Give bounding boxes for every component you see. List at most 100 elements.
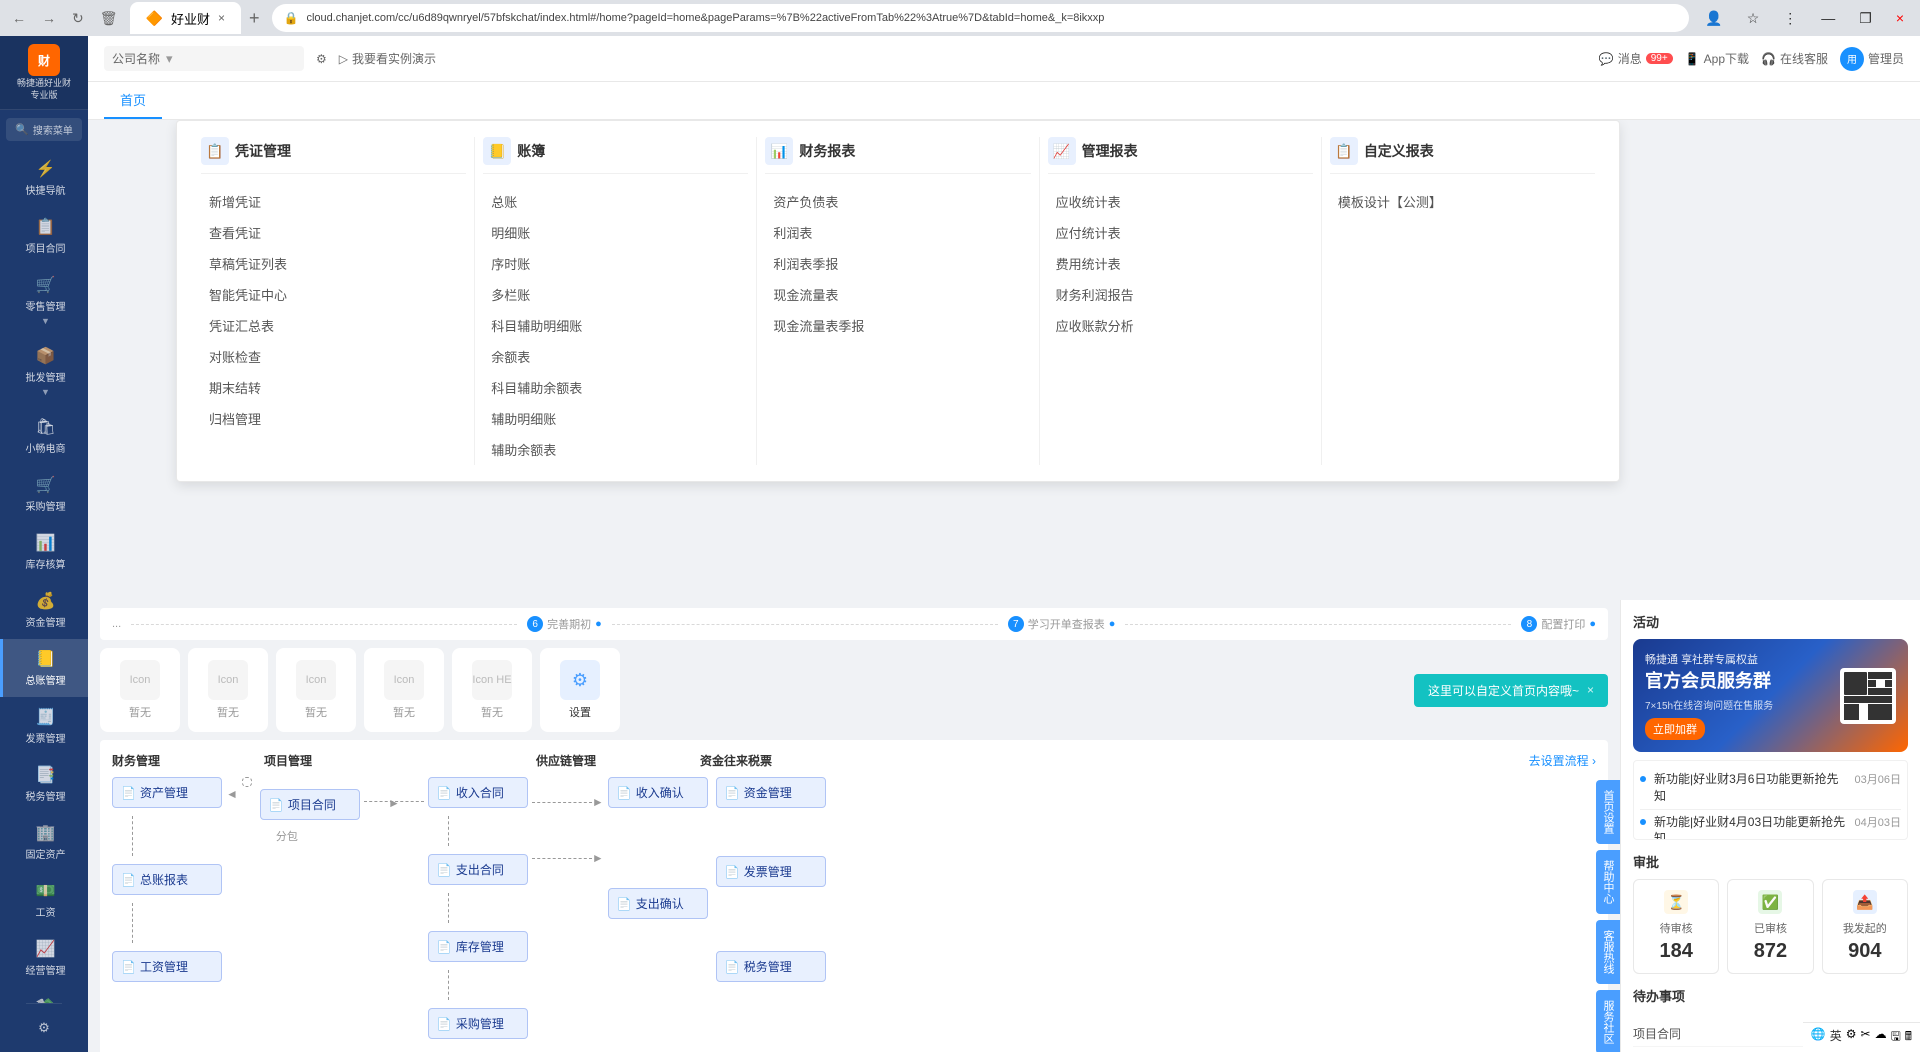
sidebar-item-tax[interactable]: 📑 税务管理 xyxy=(0,755,88,813)
icon-slot-2[interactable]: Icon 暂无 xyxy=(188,648,268,732)
menu-item-income-quarterly[interactable]: 利润表季报 xyxy=(765,248,1030,279)
app-download-button[interactable]: 📱 App下载 xyxy=(1685,50,1749,67)
sidebar-item-label: 资金管理 xyxy=(26,614,66,629)
node-expense-confirm[interactable]: 📄 支出确认 xyxy=(608,888,708,919)
menu-item-balance-sheet[interactable]: 资产负债表 xyxy=(765,186,1030,217)
sidebar-item-purchase[interactable]: 🛒 采购管理 xyxy=(0,465,88,523)
node-purchase-mgmt[interactable]: 📄 采购管理 xyxy=(428,1008,528,1039)
approval-card-initiated[interactable]: 📤 我发起的 904 xyxy=(1822,879,1908,974)
menu-item-template-design[interactable]: 模板设计【公测】 xyxy=(1330,186,1595,217)
menu-item-smart-voucher[interactable]: 智能凭证中心 xyxy=(201,279,466,310)
flow-label-capital: 资金往来税票 xyxy=(700,752,772,769)
menu-item-archive[interactable]: 归档管理 xyxy=(201,403,466,434)
sidebar-item-ecommerce[interactable]: 🛍 小畅电商 xyxy=(0,407,88,465)
banner-cta-btn[interactable]: 立即加群 xyxy=(1645,718,1705,740)
global-settings-button[interactable]: ⚙ xyxy=(316,52,327,66)
menu-item-reconcile[interactable]: 对账检查 xyxy=(201,341,466,372)
tab-home[interactable]: 首页 xyxy=(104,82,162,119)
menu-item-profit-report[interactable]: 财务利润报告 xyxy=(1048,279,1313,310)
menu-item-ar-analysis[interactable]: 应收账款分析 xyxy=(1048,310,1313,341)
node-inventory-mgmt[interactable]: 📄 库存管理 xyxy=(428,931,528,962)
node-income-contract[interactable]: 📄 收入合同 xyxy=(428,777,528,808)
sidebar-settings-button[interactable]: ⚙ xyxy=(30,1012,58,1044)
sidebar-item-invoice[interactable]: 🧾 发票管理 xyxy=(0,697,88,755)
menu-item-view-voucher[interactable]: 查看凭证 xyxy=(201,217,466,248)
approval-card-pending[interactable]: ⏳ 待审核 184 xyxy=(1633,879,1719,974)
node-capital-mgmt[interactable]: 📄 资金管理 xyxy=(716,777,826,808)
online-service-button[interactable]: 🎧 在线客服 xyxy=(1761,50,1828,67)
active-tab[interactable]: 🔶 好业财 × xyxy=(130,2,241,34)
menu-item-subject-detail[interactable]: 科目辅助明细账 xyxy=(483,310,748,341)
node-salary-mgmt[interactable]: 📄 工资管理 xyxy=(112,951,222,982)
menu-item-voucher-summary[interactable]: 凭证汇总表 xyxy=(201,310,466,341)
icon-slot-3[interactable]: Icon 暂无 xyxy=(276,648,356,732)
address-bar[interactable]: 🔒 cloud.chanjet.com/cc/u6d89qwnryel/57bf… xyxy=(272,4,1690,32)
sidebar-item-label: 采购管理 xyxy=(26,498,66,513)
menu-item-cashflow-quarterly[interactable]: 现金流量表季报 xyxy=(765,310,1030,341)
messages-badge: 99+ xyxy=(1646,53,1673,64)
sidebar-item-fixed-assets[interactable]: 🏢 固定资产 xyxy=(0,813,88,871)
menu-item-multi-col-ledger[interactable]: 多栏账 xyxy=(483,279,748,310)
menu-item-draft-voucher[interactable]: 草稿凭证列表 xyxy=(201,248,466,279)
icon-slot-settings[interactable]: ⚙ 设置 xyxy=(540,648,620,732)
close-button[interactable]: × xyxy=(1888,6,1912,30)
sidebar-item-quick-nav[interactable]: ⚡ 快捷导航 xyxy=(0,149,88,207)
sidebar-item-wholesale[interactable]: 📦 批发管理 ▼ xyxy=(0,336,88,407)
approval-card-approved[interactable]: ✅ 已审核 872 xyxy=(1727,879,1813,974)
icon-slot-4[interactable]: Icon 暂无 xyxy=(364,648,444,732)
menu-item-expense-stats[interactable]: 费用统计表 xyxy=(1048,248,1313,279)
demo-link[interactable]: ▷ 我要看实例演示 xyxy=(339,50,436,67)
messages-button[interactable]: 💬 消息 99+ xyxy=(1599,50,1673,67)
v-line-contract3 xyxy=(448,970,528,1000)
icon-slot-he[interactable]: Icon HE 暂无 xyxy=(452,648,532,732)
user-avatar-button[interactable]: 用 管理员 xyxy=(1840,47,1904,71)
menu-item-add-voucher[interactable]: 新增凭证 xyxy=(201,186,466,217)
menu-item-ar-stats[interactable]: 应收统计表 xyxy=(1048,186,1313,217)
menu-item-sequential-ledger[interactable]: 序时账 xyxy=(483,248,748,279)
menu-item-general-ledger[interactable]: 总账 xyxy=(483,186,748,217)
menu-btn[interactable]: ⋮ xyxy=(1775,6,1805,31)
menu-item-ap-stats[interactable]: 应付统计表 xyxy=(1048,217,1313,248)
profile-btn[interactable]: 👤 xyxy=(1697,6,1730,31)
menu-item-period-end[interactable]: 期末结转 xyxy=(201,372,466,403)
sidebar-item-finance[interactable]: 💰 资金管理 xyxy=(0,581,88,639)
node-project-contract[interactable]: 📄 项目合同 xyxy=(260,789,360,820)
menu-item-income-statement[interactable]: 利润表 xyxy=(765,217,1030,248)
news-text-2[interactable]: 新功能|好业财4月03日功能更新抢先知 xyxy=(1654,814,1847,840)
menu-item-subject-balance[interactable]: 科目辅助余额表 xyxy=(483,372,748,403)
news-text-1[interactable]: 新功能|好业财3月6日功能更新抢先知 xyxy=(1654,771,1847,805)
delete-button[interactable]: 🗑 xyxy=(96,6,122,31)
node-income-confirm[interactable]: 📄 收入确认 xyxy=(608,777,708,808)
sidebar-item-retail[interactable]: 🛒 零售管理 ▼ xyxy=(0,265,88,336)
node-invoice-mgmt[interactable]: 📄 发票管理 xyxy=(716,856,826,887)
sidebar-item-accounting[interactable]: 📒 总账管理 xyxy=(0,639,88,697)
forward-button[interactable]: → xyxy=(38,6,60,30)
setup-flow-link[interactable]: 去设置流程 › xyxy=(1529,752,1596,769)
node-tax-mgmt[interactable]: 📄 税务管理 xyxy=(716,951,826,982)
sidebar-item-inventory[interactable]: 📊 库存核算 xyxy=(0,523,88,581)
node-asset-mgmt[interactable]: 📄 资产管理 xyxy=(112,777,222,808)
sidebar-item-project[interactable]: 📋 项目合同 xyxy=(0,207,88,265)
sidebar-item-ops[interactable]: 📈 经营管理 xyxy=(0,929,88,987)
search-menu-button[interactable]: 🔍 搜索菜单 xyxy=(6,118,82,141)
icon-slot-1[interactable]: Icon 暂无 xyxy=(100,648,180,732)
node-expense-contract[interactable]: 📄 支出合同 xyxy=(428,854,528,885)
back-button[interactable]: ← xyxy=(8,6,30,30)
reload-button[interactable]: ↻ xyxy=(68,6,88,31)
company-selector[interactable]: 公司名称 ▾ xyxy=(104,46,304,71)
star-btn[interactable]: ☆ xyxy=(1739,6,1768,31)
minimize-button[interactable]: — xyxy=(1813,6,1843,30)
menu-item-aux-balance[interactable]: 辅助余额表 xyxy=(483,434,748,465)
maximize-button[interactable]: ❐ xyxy=(1851,6,1880,31)
tab-close-btn[interactable]: × xyxy=(218,11,225,25)
new-tab-button[interactable]: + xyxy=(245,8,264,29)
customize-tip-close[interactable]: × xyxy=(1587,683,1594,697)
menu-item-aux-detail[interactable]: 辅助明细账 xyxy=(483,403,748,434)
sidebar-item-salary[interactable]: 💵 工资 xyxy=(0,871,88,929)
menu-item-detail-ledger[interactable]: 明细账 xyxy=(483,217,748,248)
activity-banner[interactable]: 畅捷通 享社群专属权益 官方会员服务群 7×15h在线咨询问题在售服务 立即加群 xyxy=(1633,639,1908,752)
menu-item-cashflow[interactable]: 现金流量表 xyxy=(765,279,1030,310)
node-total-report[interactable]: 📄 总账报表 xyxy=(112,864,222,895)
menu-item-balance[interactable]: 余额表 xyxy=(483,341,748,372)
sidebar-item-marketing[interactable]: 💸 小畅报销 xyxy=(0,987,88,1003)
